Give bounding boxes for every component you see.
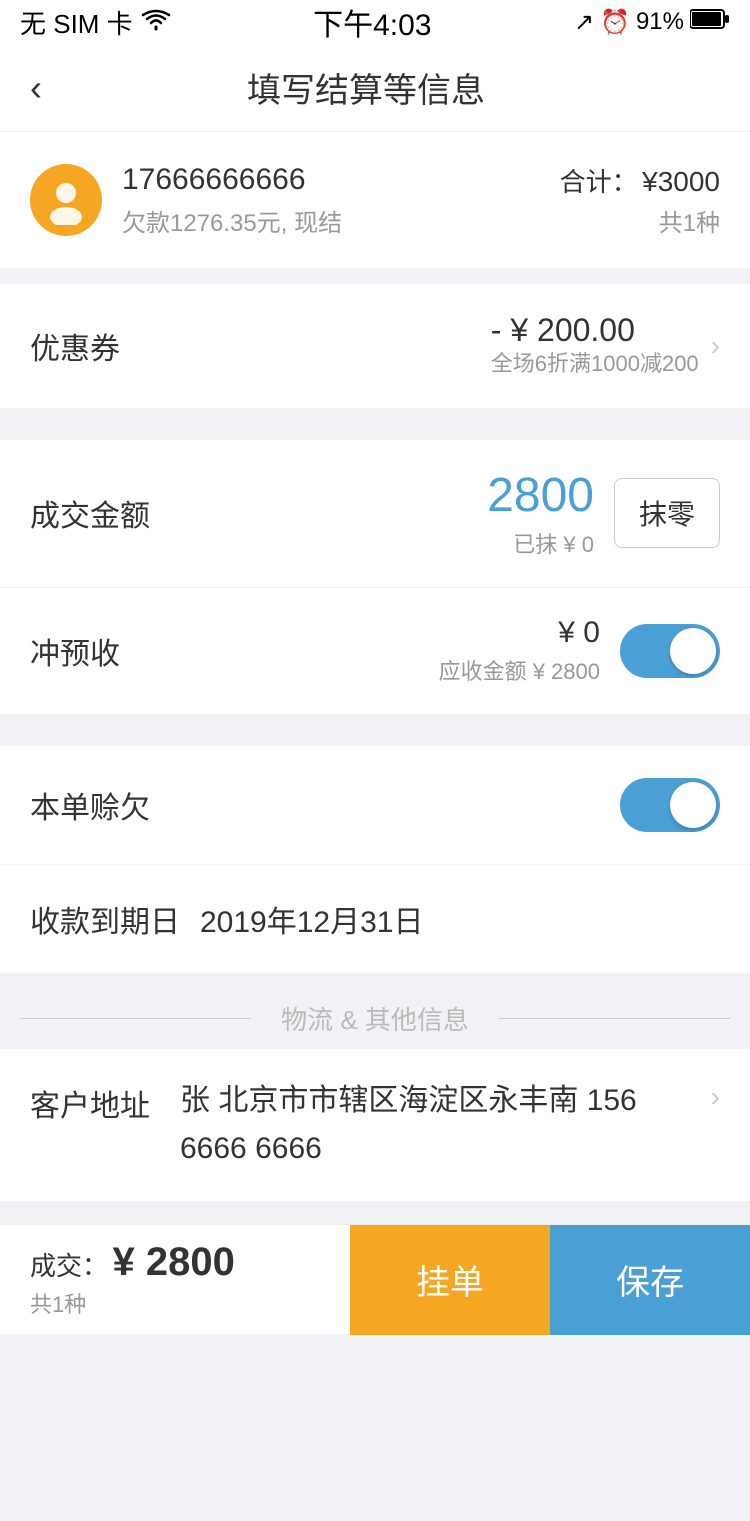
user-card: 17666666666 欠款1276.35元, 现结 合计： ¥3000 共1种 xyxy=(0,132,750,268)
prepaid-amount: ¥ 0 xyxy=(439,616,600,650)
due-date-row: 收款到期日 2019年12月31日 xyxy=(0,865,750,973)
user-left: 17666666666 欠款1276.35元, 现结 xyxy=(30,163,342,238)
address-chevron-icon: › xyxy=(711,1077,720,1113)
amount-number: 2800 xyxy=(487,468,594,523)
bottom-summary-label: 成交： xyxy=(30,1251,108,1281)
round-button[interactable]: 抹零 xyxy=(614,478,720,548)
prepaid-right: ¥ 0 应收金额 ¥ 2800 xyxy=(439,616,720,686)
coupon-description: 全场6折满1000减200 xyxy=(491,349,699,380)
amount-value-group: 2800 已抹 ¥ 0 xyxy=(487,468,594,559)
total-value: ¥3000 xyxy=(642,166,720,197)
section-divider-2 xyxy=(0,714,750,730)
address-section: 客户地址 张 北京市市辖区海淀区永丰南 156 6666 6666 › xyxy=(0,1049,750,1201)
back-button[interactable]: ‹ xyxy=(30,57,52,119)
credit-section: 本单赊欠 收款到期日 2019年12月31日 xyxy=(0,746,750,973)
bottom-bar: 成交： ¥ 2800 共1种 挂单 保存 xyxy=(0,1224,750,1334)
amount-label: 成交金额 xyxy=(30,491,150,535)
coupon-discount: - ¥ 200.00 xyxy=(491,312,699,349)
amount-section: 成交金额 2800 已抹 ¥ 0 抹零 冲预收 ¥ 0 应收金额 ¥ 2800 xyxy=(0,440,750,714)
coupon-right: - ¥ 200.00 全场6折满1000减200 › xyxy=(491,312,720,380)
user-phone: 17666666666 xyxy=(122,163,342,197)
battery-icon xyxy=(690,8,730,37)
save-button[interactable]: 保存 xyxy=(550,1225,750,1335)
status-left: 无 SIM 卡 xyxy=(20,4,171,41)
prepaid-row: 冲预收 ¥ 0 应收金额 ¥ 2800 xyxy=(0,588,750,714)
logistics-divider: 物流 & 其他信息 xyxy=(0,989,750,1049)
bottom-summary-amount: ¥ 2800 xyxy=(112,1240,234,1284)
page-title: 填写结算等信息 xyxy=(52,63,680,112)
total-count: 共1种 xyxy=(560,203,720,238)
amount-right: 2800 已抹 ¥ 0 抹零 xyxy=(487,468,720,559)
amount-row: 成交金额 2800 已抹 ¥ 0 抹零 xyxy=(0,440,750,588)
credit-row: 本单赊欠 xyxy=(0,746,750,865)
wifi-icon xyxy=(141,7,171,38)
due-date-value: 2019年12月31日 xyxy=(200,897,423,941)
section-divider-1 xyxy=(0,424,750,440)
credit-toggle[interactable] xyxy=(620,778,720,832)
hang-button[interactable]: 挂单 xyxy=(350,1225,550,1335)
prepaid-toggle[interactable] xyxy=(620,624,720,678)
coupon-label: 优惠券 xyxy=(30,324,120,368)
alarm-icon: ⏰ xyxy=(600,8,630,37)
address-value: 张 北京市市辖区海淀区永丰南 156 6666 6666 xyxy=(180,1077,701,1173)
address-label: 客户地址 xyxy=(30,1077,150,1125)
prepaid-label: 冲预收 xyxy=(30,629,120,673)
status-bar: 无 SIM 卡 下午4:03 ↗ ⏰ 91% xyxy=(0,0,750,44)
battery-label: 91% xyxy=(636,8,684,36)
sim-label: 无 SIM 卡 xyxy=(20,4,133,41)
location-icon: ↗ xyxy=(574,8,594,37)
prepaid-sub: 应收金额 ¥ 2800 xyxy=(439,654,600,686)
status-time: 下午4:03 xyxy=(313,0,431,44)
nav-bar: ‹ 填写结算等信息 xyxy=(0,44,750,132)
due-date-label: 收款到期日 xyxy=(30,897,180,941)
prepaid-value-group: ¥ 0 应收金额 ¥ 2800 xyxy=(439,616,600,686)
user-info: 17666666666 欠款1276.35元, 现结 xyxy=(122,163,342,238)
bottom-summary-count: 共1种 xyxy=(30,1287,320,1319)
bottom-summary: 成交： ¥ 2800 共1种 xyxy=(0,1240,350,1319)
user-debt: 欠款1276.35元, 现结 xyxy=(122,203,342,238)
address-row[interactable]: 客户地址 张 北京市市辖区海淀区永丰南 156 6666 6666 › xyxy=(0,1049,750,1201)
avatar xyxy=(30,164,102,236)
logistics-text: 物流 & 其他信息 xyxy=(271,1000,479,1037)
credit-toggle-thumb xyxy=(670,782,716,828)
user-total: 合计： ¥3000 共1种 xyxy=(560,162,720,238)
amount-sub: 已抹 ¥ 0 xyxy=(487,527,594,559)
coupon-row[interactable]: 优惠券 - ¥ 200.00 全场6折满1000减200 › xyxy=(0,284,750,408)
total-label: 合计： xyxy=(560,167,638,197)
credit-label: 本单赊欠 xyxy=(30,783,150,827)
chevron-right-icon: › xyxy=(711,330,720,362)
toggle-thumb xyxy=(670,628,716,674)
status-right: ↗ ⏰ 91% xyxy=(574,8,730,37)
